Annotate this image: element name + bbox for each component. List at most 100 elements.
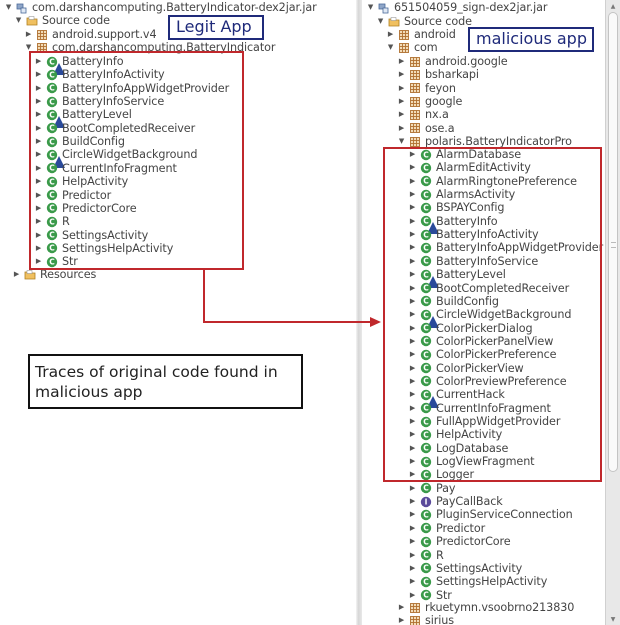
tree-item-class[interactable]: ▶ C AlarmRingtonePreference — [408, 175, 577, 188]
collapsed-arrow-icon[interactable]: ▶ — [34, 95, 43, 108]
collapsed-arrow-icon[interactable]: ▶ — [397, 82, 406, 95]
tree-item-class[interactable]: ▶ C PluginServiceConnection — [408, 508, 573, 521]
collapsed-arrow-icon[interactable]: ▶ — [408, 402, 417, 415]
tree-item-class[interactable]: ▶ C BSPAYConfig — [408, 201, 505, 214]
tree-item-class[interactable]: ▶ C SettingsActivity — [34, 229, 148, 242]
tree-item-package[interactable]: ▶ android — [386, 28, 456, 41]
collapsed-arrow-icon[interactable]: ▶ — [408, 495, 417, 508]
tree-item-class[interactable]: ▶ C AlarmDatabase — [408, 148, 521, 161]
tree-item-class[interactable]: ▶ C CurrentInfoFragment — [34, 162, 177, 175]
tree-item-class[interactable]: ▶ C LogDatabase — [408, 442, 509, 455]
tree-item-package[interactable]: ▶ android.google — [397, 55, 508, 68]
tree-item-class[interactable]: ▶ C BatteryInfoActivity — [408, 228, 539, 241]
collapsed-arrow-icon[interactable]: ▶ — [408, 215, 417, 228]
collapsed-arrow-icon[interactable]: ▶ — [408, 348, 417, 361]
tree-item-class[interactable]: ▶ C Pay — [408, 482, 456, 495]
collapsed-arrow-icon[interactable]: ▶ — [397, 108, 406, 121]
collapsed-arrow-icon[interactable]: ▶ — [408, 562, 417, 575]
tree-item-class[interactable]: ▶ C ColorPreviewPreference — [408, 375, 567, 388]
collapsed-arrow-icon[interactable]: ▶ — [408, 575, 417, 588]
collapsed-arrow-icon[interactable]: ▶ — [34, 175, 43, 188]
collapsed-arrow-icon[interactable]: ▶ — [408, 442, 417, 455]
scrollbar-thumb[interactable] — [608, 12, 618, 472]
collapsed-arrow-icon[interactable]: ▶ — [408, 508, 417, 521]
tree-item-jar[interactable]: ▼ 651504059_sign-dex2jar.jar — [366, 1, 548, 14]
tree-item-class[interactable]: ▶ C FullAppWidgetProvider — [408, 415, 561, 428]
expanded-arrow-icon[interactable]: ▼ — [24, 41, 33, 54]
collapsed-arrow-icon[interactable]: ▶ — [34, 215, 43, 228]
expanded-arrow-icon[interactable]: ▼ — [386, 41, 395, 54]
collapsed-arrow-icon[interactable]: ▶ — [408, 188, 417, 201]
tree-item-package[interactable]: ▶ nx.a — [397, 108, 449, 121]
tree-item-class[interactable]: ▶ C SettingsActivity — [408, 562, 522, 575]
tree-item-class[interactable]: ▶ C BootCompletedReceiver — [34, 122, 195, 135]
tree-item-class[interactable]: ▶ C CurrentInfoFragment — [408, 402, 551, 415]
collapsed-arrow-icon[interactable]: ▶ — [408, 535, 417, 548]
collapsed-arrow-icon[interactable]: ▶ — [408, 148, 417, 161]
collapsed-arrow-icon[interactable]: ▶ — [34, 55, 43, 68]
tree-item-class[interactable]: ▶ C BuildConfig — [408, 295, 499, 308]
collapsed-arrow-icon[interactable]: ▶ — [408, 282, 417, 295]
tree-item-class[interactable]: ▶ C R — [408, 549, 444, 562]
collapsed-arrow-icon[interactable]: ▶ — [397, 122, 406, 135]
collapsed-arrow-icon[interactable]: ▶ — [12, 268, 21, 281]
tree-item-source-folder[interactable]: ▼ Source code — [14, 14, 110, 27]
tree-item-class[interactable]: ▶ C Predictor — [34, 189, 111, 202]
collapsed-arrow-icon[interactable]: ▶ — [34, 82, 43, 95]
vertical-scrollbar[interactable]: ▲ ▼ — [605, 0, 620, 625]
collapsed-arrow-icon[interactable]: ▶ — [408, 522, 417, 535]
collapsed-arrow-icon[interactable]: ▶ — [34, 108, 43, 121]
tree-item-package[interactable]: ▼ com — [386, 41, 438, 54]
tree-item-class[interactable]: ▶ C CircleWidgetBackground — [34, 148, 197, 168]
tree-item-class[interactable]: ▶ C HelpActivity — [408, 428, 502, 441]
tree-item-class[interactable]: ▶ C PredictorCore — [408, 535, 511, 548]
tree-item-package[interactable]: ▶ sirius — [397, 614, 454, 625]
tree-item-class[interactable]: ▶ C Str — [34, 255, 78, 268]
collapsed-arrow-icon[interactable]: ▶ — [408, 175, 417, 188]
collapsed-arrow-icon[interactable]: ▶ — [397, 68, 406, 81]
collapsed-arrow-icon[interactable]: ▶ — [34, 189, 43, 202]
collapsed-arrow-icon[interactable]: ▶ — [397, 95, 406, 108]
collapsed-arrow-icon[interactable]: ▶ — [34, 255, 43, 268]
collapsed-arrow-icon[interactable]: ▶ — [408, 375, 417, 388]
collapsed-arrow-icon[interactable]: ▶ — [34, 162, 43, 175]
collapsed-arrow-icon[interactable]: ▶ — [408, 228, 417, 241]
scroll-up-arrow-icon[interactable]: ▲ — [606, 0, 620, 12]
scroll-down-arrow-icon[interactable]: ▼ — [606, 613, 620, 625]
tree-item-class[interactable]: ▶ C ColorPickerDialog — [408, 322, 533, 335]
tree-item-class[interactable]: ▶ C LogViewFragment — [408, 455, 535, 468]
collapsed-arrow-icon[interactable]: ▶ — [408, 388, 417, 401]
tree-item-class[interactable]: ▶ C Str — [408, 589, 452, 602]
expanded-arrow-icon[interactable]: ▼ — [366, 1, 375, 14]
collapsed-arrow-icon[interactable]: ▶ — [34, 68, 43, 81]
collapsed-arrow-icon[interactable]: ▶ — [408, 468, 417, 481]
collapsed-arrow-icon[interactable]: ▶ — [408, 415, 417, 428]
collapsed-arrow-icon[interactable]: ▶ — [408, 255, 417, 268]
collapsed-arrow-icon[interactable]: ▶ — [408, 322, 417, 335]
collapsed-arrow-icon[interactable]: ▶ — [397, 601, 406, 614]
collapsed-arrow-icon[interactable]: ▶ — [34, 202, 43, 215]
tree-item-class[interactable]: ▶ C BootCompletedReceiver — [408, 282, 569, 295]
tree-item-class[interactable]: ▶ C HelpActivity — [34, 175, 128, 188]
tree-item-package[interactable]: ▶ bsharkapi — [397, 68, 479, 81]
tree-item-package[interactable]: ▶ android.support.v4 — [24, 28, 157, 41]
tree-item-package[interactable]: ▶ rkuetymn.vsoobrno213830 — [397, 601, 575, 614]
expanded-arrow-icon[interactable]: ▼ — [376, 15, 385, 28]
tree-item-class[interactable]: ▶ C R — [34, 215, 70, 228]
collapsed-arrow-icon[interactable]: ▶ — [408, 308, 417, 321]
collapsed-arrow-icon[interactable]: ▶ — [397, 614, 406, 625]
tree-item-class[interactable]: ▶ C BatteryLevel — [408, 268, 506, 288]
collapsed-arrow-icon[interactable]: ▶ — [34, 242, 43, 255]
tree-item-class[interactable]: ▶ C BatteryInfo — [408, 215, 498, 235]
collapsed-arrow-icon[interactable]: ▶ — [34, 122, 43, 135]
tree-item-class[interactable]: ▶ C SettingsHelpActivity — [408, 575, 547, 588]
collapsed-arrow-icon[interactable]: ▶ — [34, 148, 43, 161]
expanded-arrow-icon[interactable]: ▼ — [14, 14, 23, 27]
collapsed-arrow-icon[interactable]: ▶ — [408, 268, 417, 281]
tree-item-class[interactable]: ▶ I PayCallBack — [408, 495, 503, 508]
tree-item-class[interactable]: ▶ C ColorPickerPreference — [408, 348, 557, 361]
collapsed-arrow-icon[interactable]: ▶ — [408, 335, 417, 348]
tree-item-package[interactable]: ▶ google — [397, 95, 463, 108]
expanded-arrow-icon[interactable]: ▼ — [397, 135, 406, 148]
collapsed-arrow-icon[interactable]: ▶ — [408, 428, 417, 441]
